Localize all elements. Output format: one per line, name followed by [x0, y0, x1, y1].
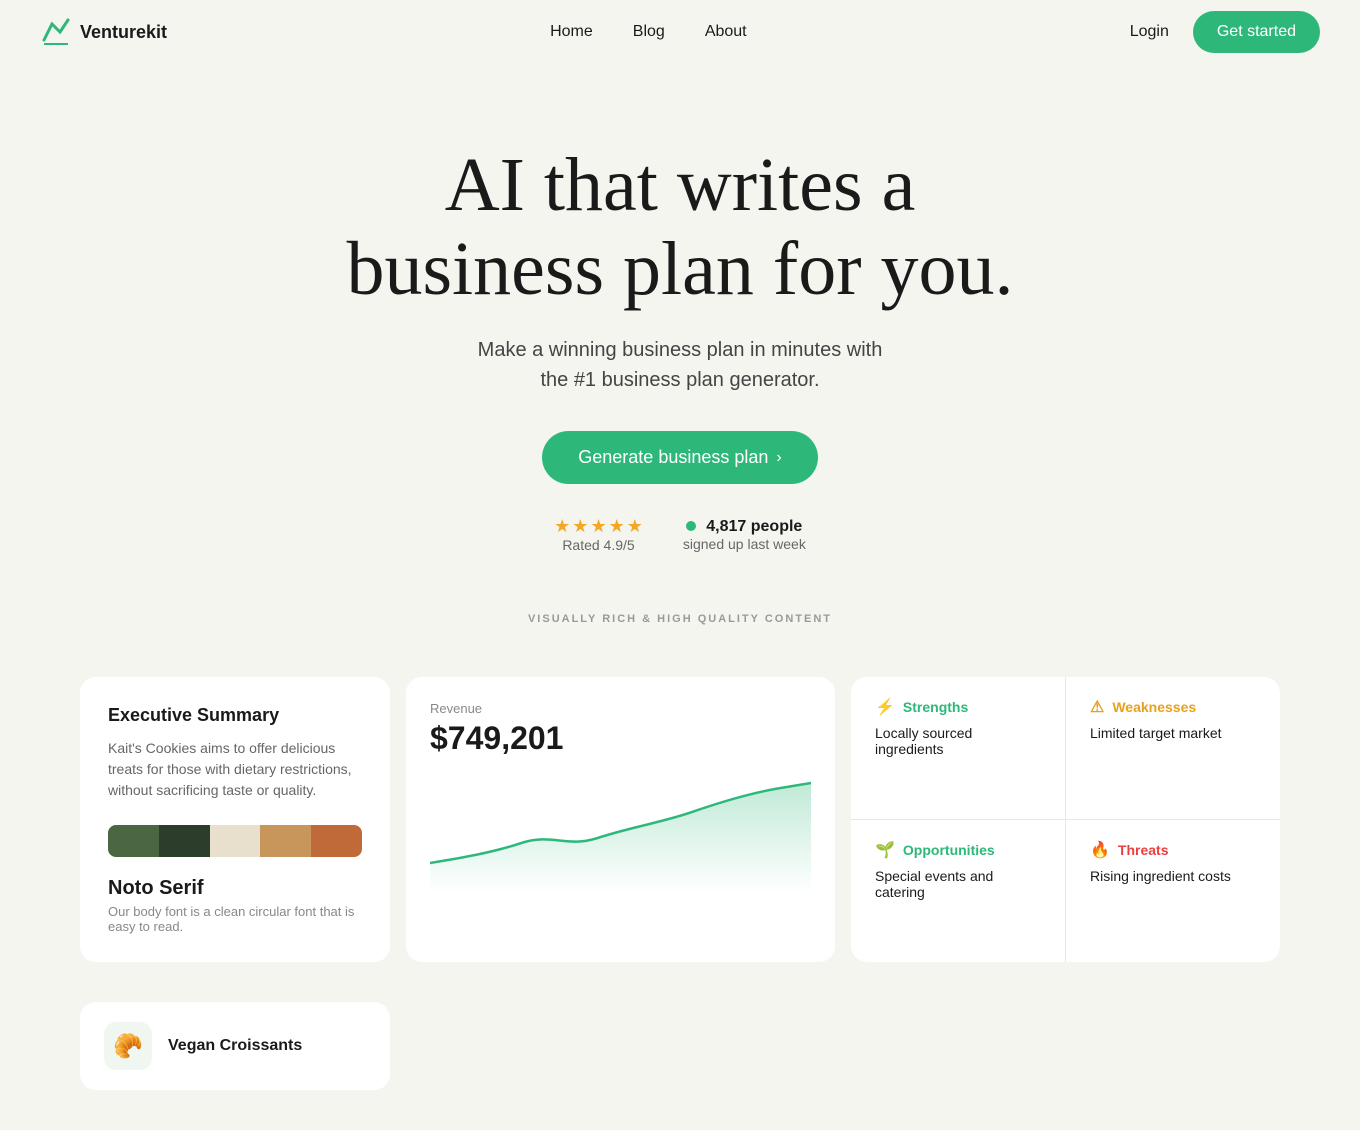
nav-home[interactable]: Home — [550, 23, 593, 41]
exec-summary-title: Executive Summary — [108, 705, 362, 726]
swot-opportunities-header: 🌱 Opportunities — [875, 840, 1041, 860]
swot-strengths-header: ⚡ Strengths — [875, 697, 1041, 717]
swot-card: ⚡ Strengths Locally sourced ingredients … — [851, 677, 1280, 962]
bottom-row: 🥐 Vegan Croissants — [40, 1002, 1320, 1090]
swot-opportunities: 🌱 Opportunities Special events and cater… — [851, 820, 1065, 962]
star-2: ★ — [572, 516, 588, 537]
navbar: Venturekit Home Blog About Login Get sta… — [0, 0, 1360, 64]
nav-actions: Login Get started — [1130, 11, 1320, 53]
font-name: Noto Serif — [108, 877, 362, 900]
star-3: ★ — [590, 516, 606, 537]
revenue-label: Revenue — [430, 701, 811, 716]
star-4: ★ — [609, 516, 625, 537]
strengths-value: Locally sourced ingredients — [875, 725, 1041, 757]
vegan-icon: 🥐 — [104, 1022, 152, 1070]
color-palette — [108, 825, 362, 857]
swot-threats-header: 🔥 Threats — [1090, 840, 1256, 860]
threats-icon: 🔥 — [1090, 840, 1110, 860]
get-started-button[interactable]: Get started — [1193, 11, 1320, 53]
star-1: ★ — [554, 516, 570, 537]
threats-value: Rising ingredient costs — [1090, 868, 1256, 884]
revenue-amount: $749,201 — [430, 720, 811, 757]
strengths-icon: ⚡ — [875, 697, 895, 717]
generate-plan-button[interactable]: Generate business plan › — [542, 431, 817, 484]
revenue-card: Revenue $749,201 — [406, 677, 835, 962]
color-swatch-3 — [210, 825, 261, 857]
color-swatch-4 — [260, 825, 311, 857]
logo[interactable]: Venturekit — [40, 16, 167, 48]
opportunities-label: Opportunities — [903, 842, 995, 858]
swot-weaknesses: ⚠ Weaknesses Limited target market — [1066, 677, 1280, 819]
hero-title: AI that writes a business plan for you. — [40, 144, 1320, 311]
section-label: VISUALLY RICH & HIGH QUALITY CONTENT — [0, 613, 1360, 625]
social-proof: ★ ★ ★ ★ ★ Rated 4.9/5 4,817 people signe… — [40, 516, 1320, 553]
vegan-text: Vegan Croissants — [168, 1037, 302, 1055]
logo-text: Venturekit — [80, 22, 167, 43]
hero-section: AI that writes a business plan for you. … — [0, 64, 1360, 613]
green-dot-icon — [686, 521, 696, 531]
swot-threats: 🔥 Threats Rising ingredient costs — [1066, 820, 1280, 962]
star-rating: ★ ★ ★ ★ ★ — [554, 516, 643, 537]
rating-label: Rated 4.9/5 — [562, 537, 634, 553]
weaknesses-value: Limited target market — [1090, 725, 1256, 741]
swot-strengths: ⚡ Strengths Locally sourced ingredients — [851, 677, 1065, 819]
signup-block: 4,817 people signed up last week — [683, 518, 806, 552]
color-swatch-5 — [311, 825, 362, 857]
opportunities-icon: 🌱 — [875, 840, 895, 860]
font-desc: Our body font is a clean circular font t… — [108, 904, 362, 934]
color-swatch-2 — [159, 825, 210, 857]
arrow-icon: › — [776, 449, 781, 467]
login-button[interactable]: Login — [1130, 23, 1169, 41]
signup-label: signed up last week — [683, 536, 806, 552]
nav-blog[interactable]: Blog — [633, 23, 665, 41]
hero-subtitle: Make a winning business plan in minutes … — [40, 335, 1320, 395]
vegan-emoji: 🥐 — [113, 1032, 143, 1061]
weaknesses-icon: ⚠ — [1090, 697, 1104, 717]
exec-summary-body: Kait's Cookies aims to offer delicious t… — [108, 738, 362, 801]
executive-summary-card: Executive Summary Kait's Cookies aims to… — [80, 677, 390, 962]
nav-about[interactable]: About — [705, 23, 747, 41]
vegan-title: Vegan Croissants — [168, 1037, 302, 1055]
nav-links: Home Blog About — [550, 23, 747, 41]
weaknesses-label: Weaknesses — [1112, 699, 1196, 715]
rating-block: ★ ★ ★ ★ ★ Rated 4.9/5 — [554, 516, 643, 553]
threats-label: Threats — [1118, 842, 1169, 858]
color-swatch-1 — [108, 825, 159, 857]
swot-weaknesses-header: ⚠ Weaknesses — [1090, 697, 1256, 717]
star-5: ★ — [627, 516, 643, 537]
vegan-card: 🥐 Vegan Croissants — [80, 1002, 390, 1090]
revenue-chart — [430, 773, 811, 893]
cards-section: Executive Summary Kait's Cookies aims to… — [40, 657, 1320, 1002]
strengths-label: Strengths — [903, 699, 968, 715]
generate-plan-label: Generate business plan — [578, 447, 768, 468]
signup-count: 4,817 people — [686, 518, 802, 536]
opportunities-value: Special events and catering — [875, 868, 1041, 900]
